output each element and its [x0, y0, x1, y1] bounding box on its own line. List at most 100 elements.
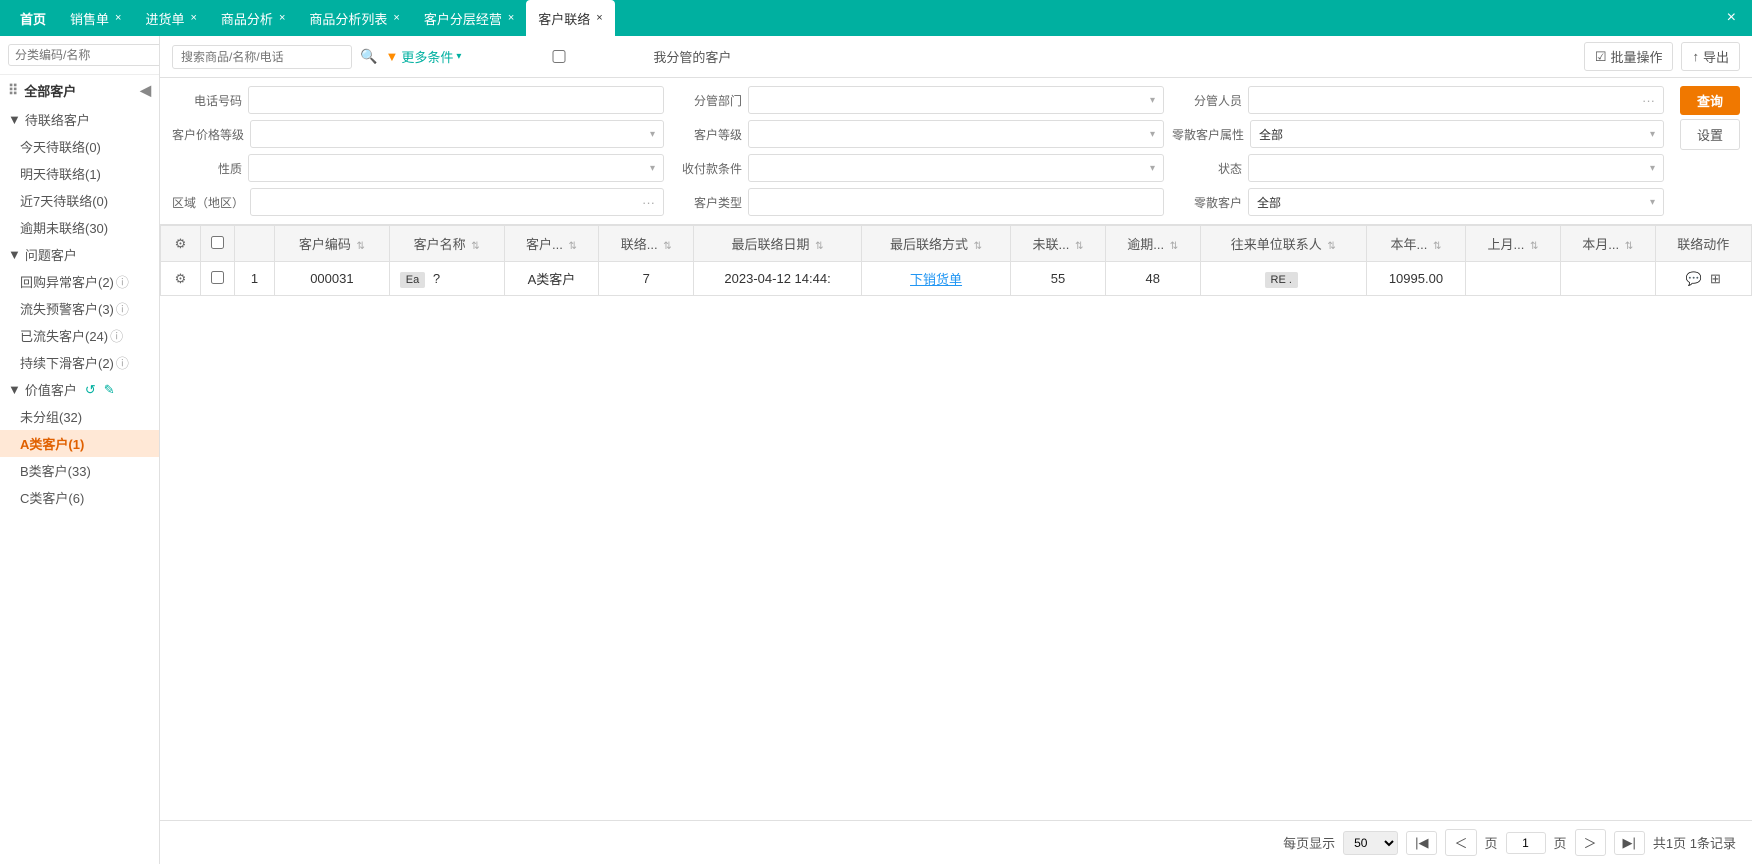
sidebar-item-repeat-anomaly[interactable]: 回购异常客户(2) ⓘ [0, 268, 159, 295]
info-icon-decline[interactable]: ⓘ [116, 353, 129, 372]
nav-tab-customer-contact-close[interactable]: × [596, 12, 602, 24]
sidebar-item-c-class[interactable]: C类客户(6) [0, 484, 159, 511]
sidebar-all-customers[interactable]: ⠿ 全部客户 ◀ [0, 75, 159, 106]
nav-tab-product-analysis[interactable]: 商品分析 × [209, 0, 297, 36]
col-this-month[interactable]: 本月... ⇅ [1560, 226, 1655, 262]
filter-customer-type-input[interactable] [748, 188, 1164, 216]
nav-tab-customer-tier[interactable]: 客户分层经营 × [412, 0, 526, 36]
sidebar-collapse-icon[interactable]: ◀ [140, 82, 151, 99]
sidebar-item-ungrouped[interactable]: 未分组(32) [0, 403, 159, 430]
nav-tab-product-analysis-list-close[interactable]: × [393, 12, 399, 24]
info-icon-lost[interactable]: ⓘ [110, 326, 123, 345]
col-unit-contacts[interactable]: 往来单位联系人 ⇅ [1200, 226, 1366, 262]
col-no-contact-sort-icon[interactable]: ⇅ [1075, 241, 1083, 252]
nav-tab-customer-contact[interactable]: 客户联络 × [526, 0, 614, 36]
sidebar-item-continuous-decline[interactable]: 持续下滑客户(2) ⓘ [0, 349, 159, 376]
filter-manager-input[interactable]: ··· [1248, 86, 1664, 114]
info-icon-repeat[interactable]: ⓘ [116, 272, 129, 291]
value-section-refresh-icon[interactable]: ↺ [85, 382, 96, 398]
nav-tab-sales-close[interactable]: × [115, 12, 121, 24]
col-gear[interactable]: ⚙ [161, 226, 201, 262]
settings-btn[interactable]: 设置 [1680, 119, 1740, 150]
col-name-sort-icon[interactable]: ⇅ [471, 241, 479, 252]
col-last-date[interactable]: 最后联络日期 ⇅ [694, 226, 862, 262]
more-conditions-btn[interactable]: ▼ 更多条件 ▾ [385, 47, 461, 66]
col-overdue-sort-icon[interactable]: ⇅ [1170, 241, 1178, 252]
sidebar-item-tomorrow[interactable]: 明天待联络(1) [0, 160, 159, 187]
sidebar-pending-section[interactable]: ▼ 待联络客户 [0, 106, 159, 133]
filter-dept-select[interactable]: ▾ [748, 86, 1164, 114]
row-gear-icon[interactable]: ⚙ [175, 271, 187, 286]
page-input[interactable] [1506, 832, 1546, 854]
filter-retail-attr-select[interactable]: 全部 ▾ [1250, 120, 1664, 148]
sidebar-search-input[interactable] [8, 44, 160, 66]
row-gear-cell[interactable]: ⚙ [161, 262, 201, 296]
sidebar-item-b-class[interactable]: B类客户(33) [0, 457, 159, 484]
next-page-btn[interactable]: ＞ [1575, 829, 1606, 856]
filter-region-dots-icon[interactable]: ··· [642, 195, 655, 210]
row-code-cell[interactable]: 000031 [275, 262, 390, 296]
filter-manager-dots-icon[interactable]: ··· [1642, 93, 1655, 108]
per-page-select[interactable]: 50 100 200 [1343, 831, 1398, 855]
col-this-year-sort-icon[interactable]: ⇅ [1433, 241, 1441, 252]
nav-tab-sales[interactable]: 销售单 × [58, 0, 133, 36]
col-level[interactable]: 客户... ⇅ [504, 226, 599, 262]
select-all-checkbox[interactable] [211, 236, 224, 249]
row-last-method-cell[interactable]: 下销货单 [861, 262, 1010, 296]
filter-price-level-select[interactable]: ▾ [250, 120, 664, 148]
sidebar-item-today[interactable]: 今天待联络(0) [0, 133, 159, 160]
sidebar-problem-section[interactable]: ▼ 问题客户 [0, 241, 159, 268]
filter-phone-input[interactable] [248, 86, 664, 114]
sidebar-item-seven-days[interactable]: 近7天待联络(0) [0, 187, 159, 214]
col-last-method-sort-icon[interactable]: ⇅ [974, 241, 982, 252]
nav-tab-customer-tier-close[interactable]: × [508, 12, 514, 24]
prev-page-btn[interactable]: ＜ [1445, 829, 1476, 856]
col-code[interactable]: 客户编码 ⇅ [275, 226, 390, 262]
sidebar-item-a-class[interactable]: A类客户(1) [0, 430, 159, 457]
info-icon-lost-potential[interactable]: ⓘ [116, 299, 129, 318]
query-btn[interactable]: 查询 [1680, 86, 1740, 115]
nav-tab-product-analysis-list[interactable]: 商品分析列表 × [297, 0, 411, 36]
col-contact-sort-icon[interactable]: ⇅ [663, 241, 671, 252]
col-this-month-sort-icon[interactable]: ⇅ [1625, 241, 1633, 252]
last-page-btn[interactable]: ▶| [1614, 831, 1645, 855]
nav-close-all-btn[interactable]: × [1719, 9, 1744, 27]
col-no-contact[interactable]: 未联... ⇅ [1011, 226, 1106, 262]
gear-icon[interactable]: ⚙ [175, 236, 187, 251]
filter-region-input[interactable]: ··· [250, 188, 664, 216]
col-level-sort-icon[interactable]: ⇅ [568, 241, 576, 252]
nav-tab-home[interactable]: 首页 [8, 0, 58, 36]
sidebar-item-lost[interactable]: 已流失客户(24) ⓘ [0, 322, 159, 349]
row-checkbox[interactable] [211, 271, 224, 284]
filter-payment-select[interactable]: ▾ [748, 154, 1164, 182]
row-name-cell[interactable]: Ea ? [389, 262, 504, 296]
col-unit-contacts-sort-icon[interactable]: ⇅ [1327, 241, 1335, 252]
col-contact[interactable]: 联络... ⇅ [599, 226, 694, 262]
filter-nature-select[interactable]: ▾ [248, 154, 664, 182]
row-grid-icon[interactable]: ⊞ [1710, 271, 1721, 287]
my-customers-checkbox[interactable] [469, 50, 649, 63]
nav-tab-purchase[interactable]: 进货单 × [133, 0, 208, 36]
first-page-btn[interactable]: |◀ [1406, 831, 1437, 855]
col-last-month[interactable]: 上月... ⇅ [1466, 226, 1561, 262]
search-input[interactable] [172, 45, 352, 69]
my-customers-filter[interactable]: 我分管的客户 [469, 47, 731, 66]
col-this-year[interactable]: 本年... ⇅ [1366, 226, 1465, 262]
nav-tab-product-analysis-close[interactable]: × [279, 12, 285, 24]
filter-retail-customer-select[interactable]: 全部 ▾ [1248, 188, 1664, 216]
sidebar-item-lost-potential[interactable]: 流失预警客户(3) ⓘ [0, 295, 159, 322]
col-overdue[interactable]: 逾期... ⇅ [1105, 226, 1200, 262]
col-last-method[interactable]: 最后联络方式 ⇅ [861, 226, 1010, 262]
sidebar-item-overdue-contact[interactable]: 逾期未联络(30) [0, 214, 159, 241]
sidebar-value-section[interactable]: ▼ 价值客户 ↺ ✎ [0, 376, 159, 403]
filter-search-icon[interactable]: 🔍 [360, 48, 377, 65]
nav-tab-purchase-close[interactable]: × [190, 12, 196, 24]
col-code-sort-icon[interactable]: ⇅ [357, 241, 365, 252]
col-last-date-sort-icon[interactable]: ⇅ [815, 241, 823, 252]
col-name[interactable]: 客户名称 ⇅ [389, 226, 504, 262]
filter-status-select[interactable]: ▾ [1248, 154, 1664, 182]
export-btn[interactable]: ↑ 导出 [1681, 42, 1740, 71]
row-chat-icon[interactable]: 💬 [1686, 271, 1702, 287]
filter-customer-level-select[interactable]: ▾ [748, 120, 1164, 148]
value-section-edit-icon[interactable]: ✎ [104, 382, 115, 398]
